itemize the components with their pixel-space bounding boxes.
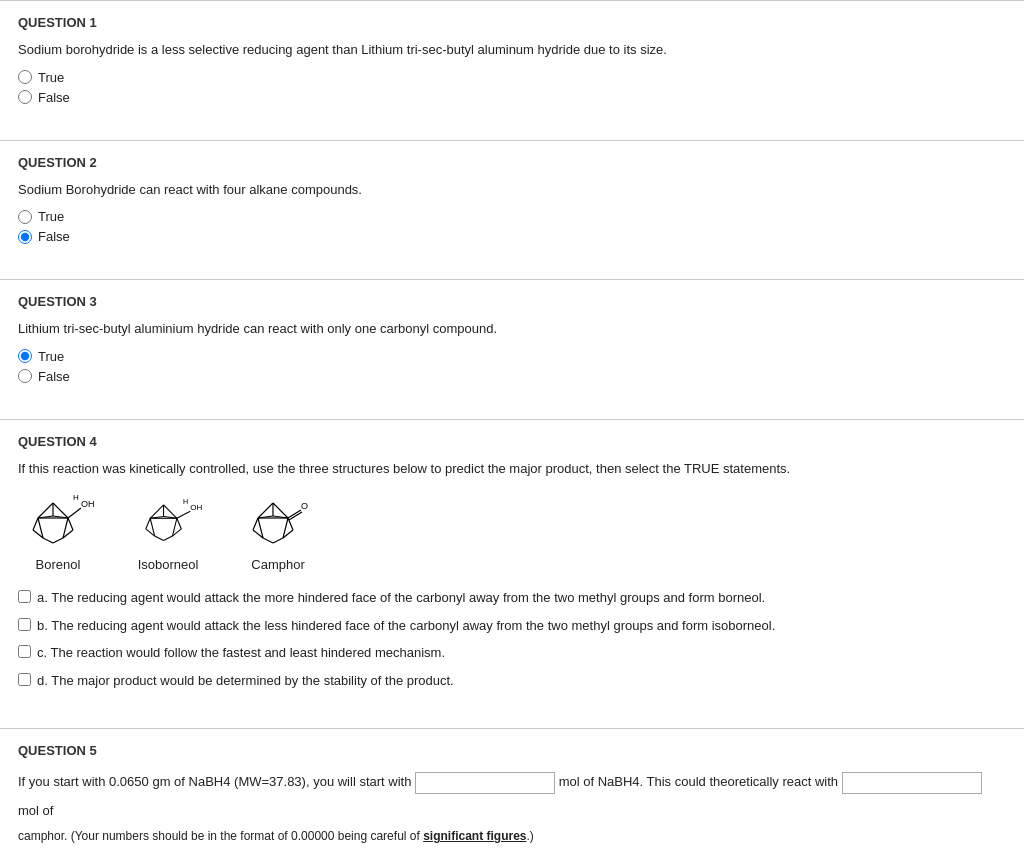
svg-line-38 bbox=[263, 538, 273, 543]
svg-line-4 bbox=[43, 538, 53, 543]
q1-option-true[interactable]: True bbox=[18, 70, 1006, 85]
camphor-label: Camphor bbox=[251, 557, 304, 572]
q1-header: QUESTION 1 bbox=[18, 15, 1006, 30]
q4-checkbox-d[interactable] bbox=[18, 673, 31, 686]
q3-option-true[interactable]: True bbox=[18, 349, 1006, 364]
svg-text:H: H bbox=[183, 498, 188, 506]
q2-radio-false[interactable] bbox=[18, 230, 32, 244]
svg-text:H: H bbox=[73, 493, 79, 502]
q2-header: QUESTION 2 bbox=[18, 155, 1006, 170]
svg-line-31 bbox=[177, 511, 190, 518]
q4-label-b: b. The reducing agent would attack the l… bbox=[37, 616, 775, 636]
q1-radio-true[interactable] bbox=[18, 70, 32, 84]
q1-label-true: True bbox=[38, 70, 64, 85]
svg-line-40 bbox=[253, 518, 258, 530]
q3-text: Lithium tri-sec-butyl aluminium hydride … bbox=[18, 319, 1006, 339]
q2-radio-true[interactable] bbox=[18, 210, 32, 224]
q4-label-d: d. The major product would be determined… bbox=[37, 671, 454, 691]
q3-header: QUESTION 3 bbox=[18, 294, 1006, 309]
borenol-svg: OH H bbox=[18, 488, 98, 553]
svg-line-21 bbox=[155, 536, 164, 540]
q5-header: QUESTION 5 bbox=[18, 743, 1006, 758]
q2-option-true[interactable]: True bbox=[18, 209, 1006, 224]
svg-line-42 bbox=[288, 518, 293, 530]
svg-text:OH: OH bbox=[190, 503, 202, 512]
structure-borenol: OH H Borenol bbox=[18, 488, 98, 572]
q5-text-last: camphor. (Your numbers should be in the … bbox=[18, 829, 534, 843]
svg-line-39 bbox=[273, 538, 283, 543]
isoborneol-label: Isoborneol bbox=[138, 557, 199, 572]
question-4: QUESTION 4 If this reaction was kinetica… bbox=[0, 419, 1024, 719]
svg-line-8 bbox=[68, 518, 73, 530]
svg-text:OH: OH bbox=[81, 499, 95, 509]
q3-label-true: True bbox=[38, 349, 64, 364]
q5-input-2[interactable] bbox=[842, 772, 982, 794]
svg-text:O: O bbox=[301, 501, 308, 511]
q4-text: If this reaction was kinetically control… bbox=[18, 459, 1006, 479]
q1-option-false[interactable]: False bbox=[18, 90, 1006, 105]
q4-option-c[interactable]: c. The reaction would follow the fastest… bbox=[18, 643, 1006, 663]
q1-radio-false[interactable] bbox=[18, 90, 32, 104]
q5-text-after: mol of bbox=[18, 803, 53, 818]
q5-input-1[interactable] bbox=[415, 772, 555, 794]
q4-option-a[interactable]: a. The reducing agent would attack the m… bbox=[18, 588, 1006, 608]
q3-option-false[interactable]: False bbox=[18, 369, 1006, 384]
q2-text: Sodium Borohydride can react with four a… bbox=[18, 180, 1006, 200]
q2-label-true: True bbox=[38, 209, 64, 224]
svg-line-22 bbox=[164, 536, 173, 540]
q4-checkbox-c[interactable] bbox=[18, 645, 31, 658]
svg-line-14 bbox=[68, 508, 81, 518]
q4-label-a: a. The reducing agent would attack the m… bbox=[37, 588, 765, 608]
q4-option-d[interactable]: d. The major product would be determined… bbox=[18, 671, 1006, 691]
question-2: QUESTION 2 Sodium Borohydride can react … bbox=[0, 140, 1024, 270]
q3-label-false: False bbox=[38, 369, 70, 384]
q4-label-c: c. The reaction would follow the fastest… bbox=[37, 643, 445, 663]
q2-label-false: False bbox=[38, 229, 70, 244]
q5-text-middle: mol of NaBH4. This could theoretically r… bbox=[559, 774, 838, 789]
structure-camphor: O Camphor bbox=[238, 488, 318, 572]
borenol-label: Borenol bbox=[36, 557, 81, 572]
question-5: QUESTION 5 If you start with 0.0650 gm o… bbox=[0, 728, 1024, 848]
q4-checkbox-b[interactable] bbox=[18, 618, 31, 631]
q4-option-b[interactable]: b. The reducing agent would attack the l… bbox=[18, 616, 1006, 636]
svg-line-23 bbox=[146, 518, 150, 529]
q5-body: If you start with 0.0650 gm of NaBH4 (MW… bbox=[18, 768, 1006, 825]
structure-isoborneol: OH H Isoborneol bbox=[128, 488, 208, 572]
isoborneol-svg: OH H bbox=[128, 488, 208, 553]
q5-note: camphor. (Your numbers should be in the … bbox=[18, 829, 1006, 843]
q3-radio-false[interactable] bbox=[18, 369, 32, 383]
q5-text-before: If you start with 0.0650 gm of NaBH4 (MW… bbox=[18, 774, 411, 789]
svg-line-6 bbox=[33, 518, 38, 530]
structures-row: OH H Borenol bbox=[18, 488, 1006, 572]
q4-header: QUESTION 4 bbox=[18, 434, 1006, 449]
q4-checkbox-a[interactable] bbox=[18, 590, 31, 603]
q1-label-false: False bbox=[38, 90, 70, 105]
q1-text: Sodium borohydride is a less selective r… bbox=[18, 40, 1006, 60]
question-1: QUESTION 1 Sodium borohydride is a less … bbox=[0, 0, 1024, 130]
question-3: QUESTION 3 Lithium tri-sec-butyl alumini… bbox=[0, 279, 1024, 409]
svg-line-25 bbox=[177, 518, 181, 529]
camphor-svg: O bbox=[238, 488, 318, 553]
svg-line-5 bbox=[53, 538, 63, 543]
q2-option-false[interactable]: False bbox=[18, 229, 1006, 244]
q3-radio-true[interactable] bbox=[18, 349, 32, 363]
